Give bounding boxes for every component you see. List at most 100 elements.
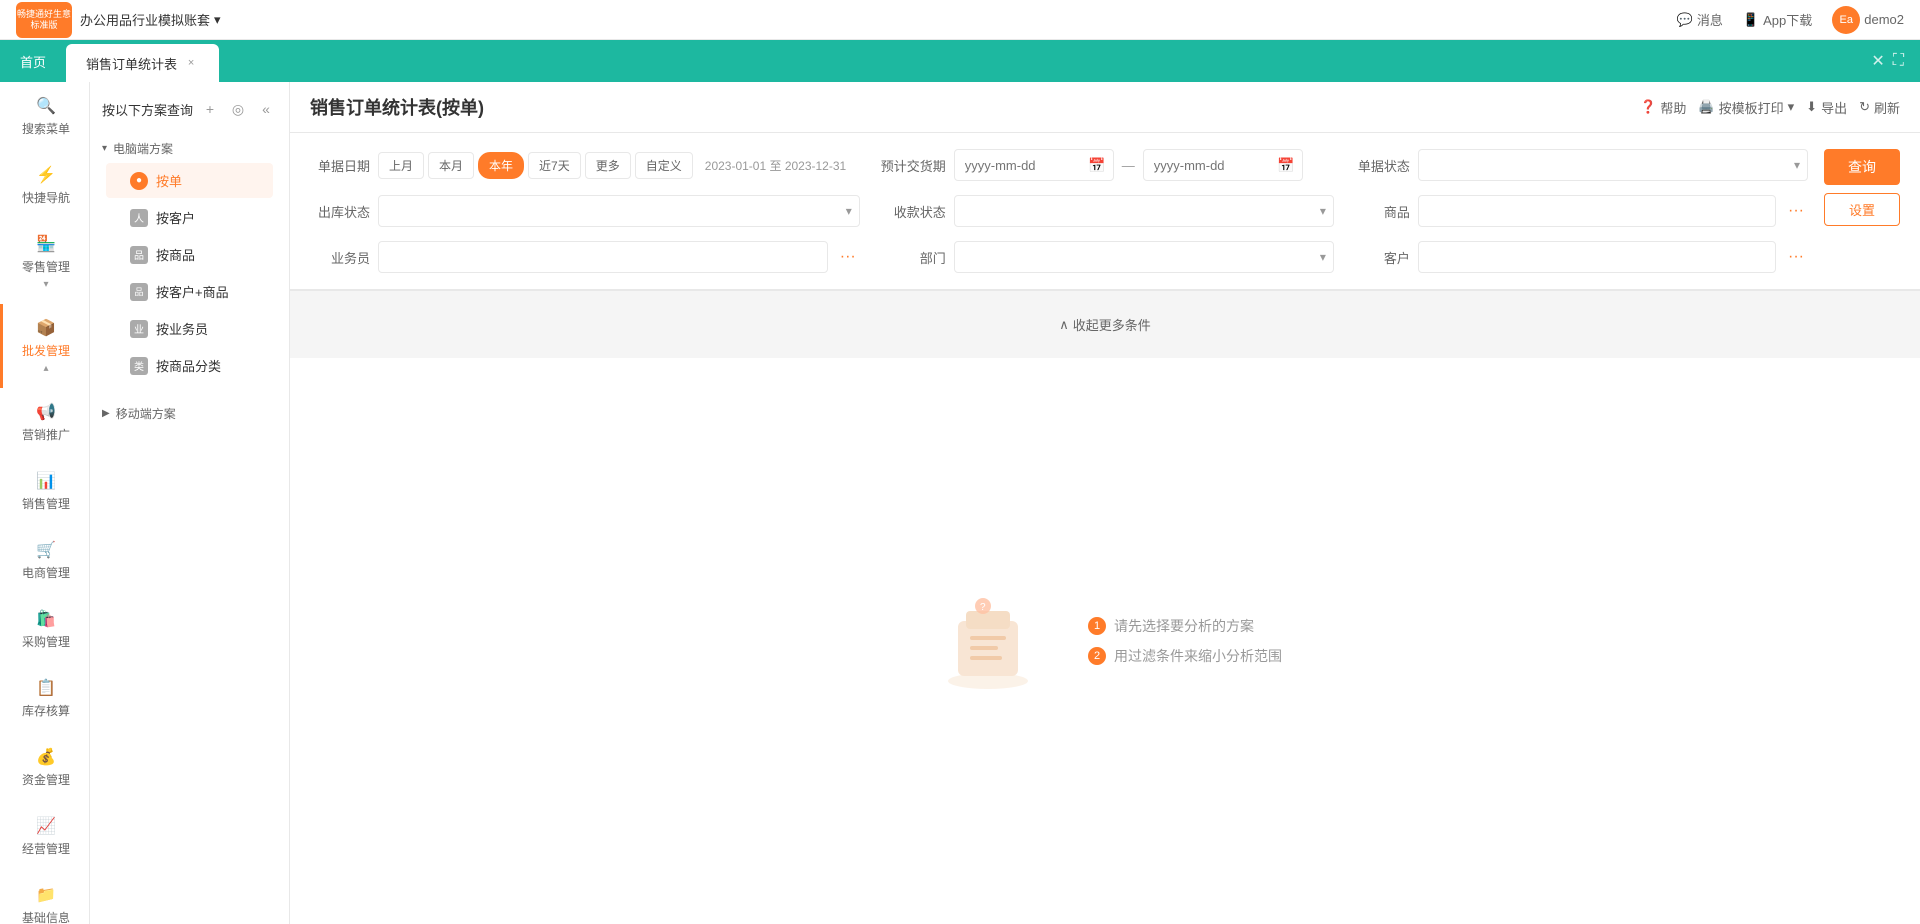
filter-cell-bill-status: 单据状态 ▾ (1350, 149, 1808, 181)
date-btn-7days[interactable]: 近7天 (528, 152, 581, 179)
date-btn-this-month[interactable]: 本月 (428, 152, 474, 179)
date-btn-this-year[interactable]: 本年 (478, 152, 524, 179)
message-btn[interactable]: 💬 消息 (1677, 10, 1723, 29)
sidebar-item-purchase[interactable]: 🛍️ 采购管理 (0, 595, 89, 664)
inventory-icon: 📋 (36, 678, 56, 698)
export-icon: ⬇ (1806, 99, 1817, 115)
sidebar-item-quick-nav[interactable]: ⚡ 快捷导航 (0, 151, 89, 220)
date-btn-more[interactable]: 更多 (585, 152, 631, 179)
mobile-category-label: 移动端方案 (116, 405, 176, 422)
sidebar-item-inventory[interactable]: 📋 库存核算 (0, 664, 89, 733)
mobile-category-arrow: ▶ (102, 408, 110, 419)
scheme-item-by-product[interactable]: 品 按商品 (106, 237, 273, 272)
tip-1-text: 请先选择要分析的方案 (1114, 616, 1254, 636)
sidebar-item-marketing[interactable]: 📢 营销推广 (0, 388, 89, 457)
scheme-item-by-salesperson[interactable]: 业 按业务员 (106, 311, 273, 346)
scheme-item-by-order[interactable]: ● 按单 (106, 163, 273, 198)
sidebar-item-sales[interactable]: 📊 销售管理 (0, 457, 89, 526)
page-header-actions: ❓ 帮助 🖨️ 按模板打印 ▾ ⬇ 导出 ↻ 刷新 (1640, 98, 1900, 117)
calendar-icon-1: 📅 (1088, 157, 1105, 174)
collapse-icon: ∧ (1059, 317, 1069, 333)
refresh-btn[interactable]: ↻ 刷新 (1859, 98, 1900, 117)
collapse-btn[interactable]: ∧ 收起更多条件 (1043, 307, 1167, 342)
tab-home[interactable]: 首页 (0, 40, 66, 82)
help-btn[interactable]: ❓ 帮助 (1640, 98, 1686, 117)
user-profile[interactable]: Ea demo2 (1832, 6, 1904, 34)
by-salesperson-label: 按业务员 (156, 319, 208, 338)
scheme-item-by-category[interactable]: 类 按商品分类 (106, 348, 273, 383)
by-product-icon: 品 (130, 246, 148, 264)
filter-row-1: 单据日期 上月 本月 本年 近7天 更多 自定义 2023-01-01 至 20… (310, 149, 1808, 181)
scheme-collapse-btn[interactable]: « (255, 98, 277, 120)
customer-input[interactable] (1418, 241, 1776, 273)
sidebar-label-basic: 基础信息 (22, 909, 70, 924)
tab-close-btn[interactable]: × (183, 55, 199, 71)
app-download-btn[interactable]: 📱 App下载 (1743, 10, 1812, 29)
product-input[interactable] (1418, 195, 1776, 227)
scheme-add-btn[interactable]: + (199, 98, 221, 120)
app-selector[interactable]: 办公用品行业模拟账套 ▾ (80, 10, 221, 29)
svg-text:?: ? (980, 602, 986, 613)
delivery-date-from-wrapper: 📅 (954, 149, 1114, 181)
tab-sales-order-stats[interactable]: 销售订单统计表 × (66, 44, 219, 82)
wholesale-icon: 📦 (36, 318, 56, 338)
tip-2-text: 用过滤条件来缩小分析范围 (1114, 646, 1282, 666)
empty-state-tips: 1 请先选择要分析的方案 2 用过滤条件来缩小分析范围 (1088, 616, 1282, 666)
empty-tip-2: 2 用过滤条件来缩小分析范围 (1088, 646, 1282, 666)
top-bar-left: 畅捷通好生意 标准版 办公用品行业模拟账套 ▾ (16, 2, 221, 38)
avatar: Ea (1832, 6, 1860, 34)
department-select[interactable] (954, 241, 1334, 273)
page-header: 销售订单统计表(按单) ❓ 帮助 🖨️ 按模板打印 ▾ ⬇ 导出 (290, 82, 1920, 133)
empty-state-content: ? 1 请先选择要分析的方案 2 用过滤条件来缩小分析范围 (928, 581, 1282, 701)
settings-button[interactable]: 设置 (1824, 193, 1900, 226)
close-window-icon[interactable]: ✕ (1871, 51, 1884, 71)
scheme-item-by-customer-product[interactable]: 品 按客户+商品 (106, 274, 273, 309)
sidebar-item-ecommerce[interactable]: 🛒 电商管理 (0, 526, 89, 595)
scheme-category-header-pc[interactable]: ▾ 电脑端方案 (102, 136, 277, 161)
date-range-text: 2023-01-01 至 2023-12-31 (705, 157, 846, 174)
scheme-category-header-mobile[interactable]: ▶ 移动端方案 (102, 401, 277, 426)
filter-cell-date: 单据日期 上月 本月 本年 近7天 更多 自定义 2023-01-01 至 20… (310, 152, 860, 179)
product-dots[interactable]: ··· (1784, 202, 1808, 220)
salesperson-dots[interactable]: ··· (836, 248, 860, 266)
scheme-settings-btn[interactable]: ◎ (227, 98, 249, 120)
sidebar-item-operations[interactable]: 📈 经营管理 (0, 802, 89, 871)
export-btn[interactable]: ⬇ 导出 (1806, 98, 1847, 117)
salesperson-input[interactable] (378, 241, 828, 273)
sales-icon: 📊 (36, 471, 56, 491)
by-customer-product-icon: 品 (130, 283, 148, 301)
by-order-icon: ● (130, 172, 148, 190)
product-label: 商品 (1350, 202, 1410, 221)
page-title: 销售订单统计表(按单) (310, 94, 484, 120)
sidebar-item-retail[interactable]: 🏪 零售管理 ▾ (0, 220, 89, 304)
filter-cell-expected-delivery: 预计交货期 📅 — 📅 (876, 149, 1334, 181)
retail-arrow: ▾ (43, 279, 48, 290)
query-button[interactable]: 查询 (1824, 149, 1900, 185)
sidebar-label-retail: 零售管理 (22, 258, 70, 275)
sidebar-label-sales: 销售管理 (22, 495, 70, 512)
print-btn[interactable]: 🖨️ 按模板打印 ▾ (1698, 98, 1794, 117)
sidebar-item-finance[interactable]: 💰 资金管理 (0, 733, 89, 802)
customer-dots[interactable]: ··· (1784, 248, 1808, 266)
payment-status-select-wrapper: ▾ (954, 195, 1334, 227)
by-order-label: 按单 (156, 171, 182, 190)
calendar-icon-2: 📅 (1277, 157, 1294, 174)
maximize-icon[interactable]: ⛶ (1893, 52, 1904, 70)
print-label: 按模板打印 (1719, 98, 1784, 117)
sidebar-item-wholesale[interactable]: 📦 批发管理 ▴ (0, 304, 89, 388)
bill-status-select[interactable] (1418, 149, 1808, 181)
scheme-item-by-customer[interactable]: 人 按客户 (106, 200, 273, 235)
purchase-icon: 🛍️ (36, 609, 56, 629)
filter-fields: 单据日期 上月 本月 本年 近7天 更多 自定义 2023-01-01 至 20… (310, 149, 1808, 273)
date-btn-custom[interactable]: 自定义 (635, 152, 693, 179)
date-btn-last-month[interactable]: 上月 (378, 152, 424, 179)
sidebar-item-search[interactable]: 🔍 搜索菜单 (0, 82, 89, 151)
ship-status-select[interactable] (378, 195, 860, 227)
sidebar-label-wholesale: 批发管理 (22, 342, 70, 359)
payment-status-select[interactable] (954, 195, 1334, 227)
by-salesperson-icon: 业 (130, 320, 148, 338)
finance-icon: 💰 (36, 747, 56, 767)
selector-arrow: ▾ (214, 12, 221, 28)
scheme-category-pc: ▾ 电脑端方案 ● 按单 人 按客户 品 按商品 品 按客户+商品 (90, 128, 289, 393)
sidebar-item-basic[interactable]: 📁 基础信息 (0, 871, 89, 924)
